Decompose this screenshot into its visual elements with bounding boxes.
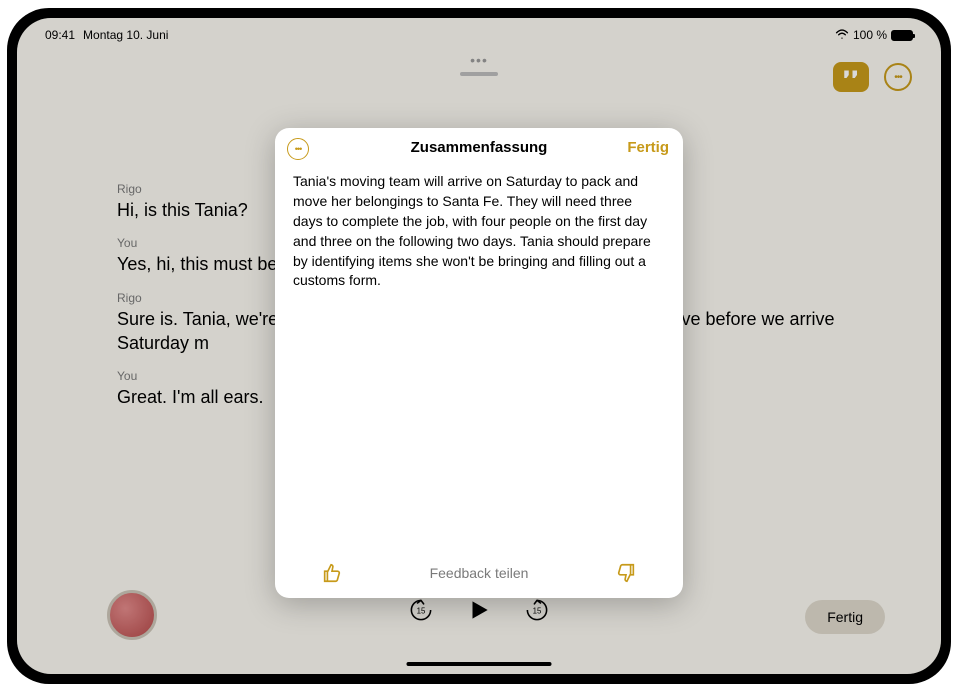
done-button-label: Fertig: [827, 609, 863, 625]
multitask-dots-icon[interactable]: •••: [470, 52, 488, 68]
thumbs-up-button[interactable]: [321, 562, 343, 584]
summary-modal: ••• Zusammenfassung Fertig Tania's movin…: [275, 128, 683, 598]
status-time: 09:41: [45, 28, 75, 42]
grabber-handle[interactable]: [460, 72, 498, 76]
ipad-frame: 09:41 Montag 10. Juni 100 % •••: [7, 8, 951, 684]
ellipsis-circle-icon: •••: [295, 144, 301, 154]
summary-text: Tania's moving team will arrive on Satur…: [275, 162, 683, 550]
app-top-area: •••: [17, 46, 941, 86]
screen: 09:41 Montag 10. Juni 100 % •••: [17, 18, 941, 674]
done-button[interactable]: Fertig: [805, 600, 885, 634]
quote-icon: [842, 68, 860, 87]
status-bar: 09:41 Montag 10. Juni 100 %: [17, 25, 941, 45]
modal-done-button[interactable]: Fertig: [627, 139, 669, 156]
modal-title: Zusammenfassung: [411, 139, 548, 156]
feedback-label[interactable]: Feedback teilen: [430, 565, 529, 581]
wifi-icon: [835, 28, 849, 42]
more-options-button[interactable]: •••: [881, 60, 915, 94]
play-button[interactable]: [464, 595, 494, 625]
thumbs-down-button[interactable]: [615, 562, 637, 584]
svg-text:15: 15: [417, 607, 426, 616]
battery-icon: [891, 30, 913, 41]
skip-back-15-button[interactable]: 15: [406, 595, 436, 625]
skip-forward-15-button[interactable]: 15: [522, 595, 552, 625]
modal-footer: Feedback teilen: [275, 550, 683, 598]
battery-percent: 100 %: [853, 28, 887, 42]
transcript-summary-button[interactable]: [833, 62, 869, 92]
home-indicator[interactable]: [407, 662, 552, 666]
ellipsis-circle-icon: •••: [884, 63, 912, 91]
modal-header: ••• Zusammenfassung Fertig: [275, 128, 683, 162]
status-date: Montag 10. Juni: [83, 28, 168, 42]
modal-more-button[interactable]: •••: [287, 138, 309, 160]
svg-text:15: 15: [533, 607, 542, 616]
